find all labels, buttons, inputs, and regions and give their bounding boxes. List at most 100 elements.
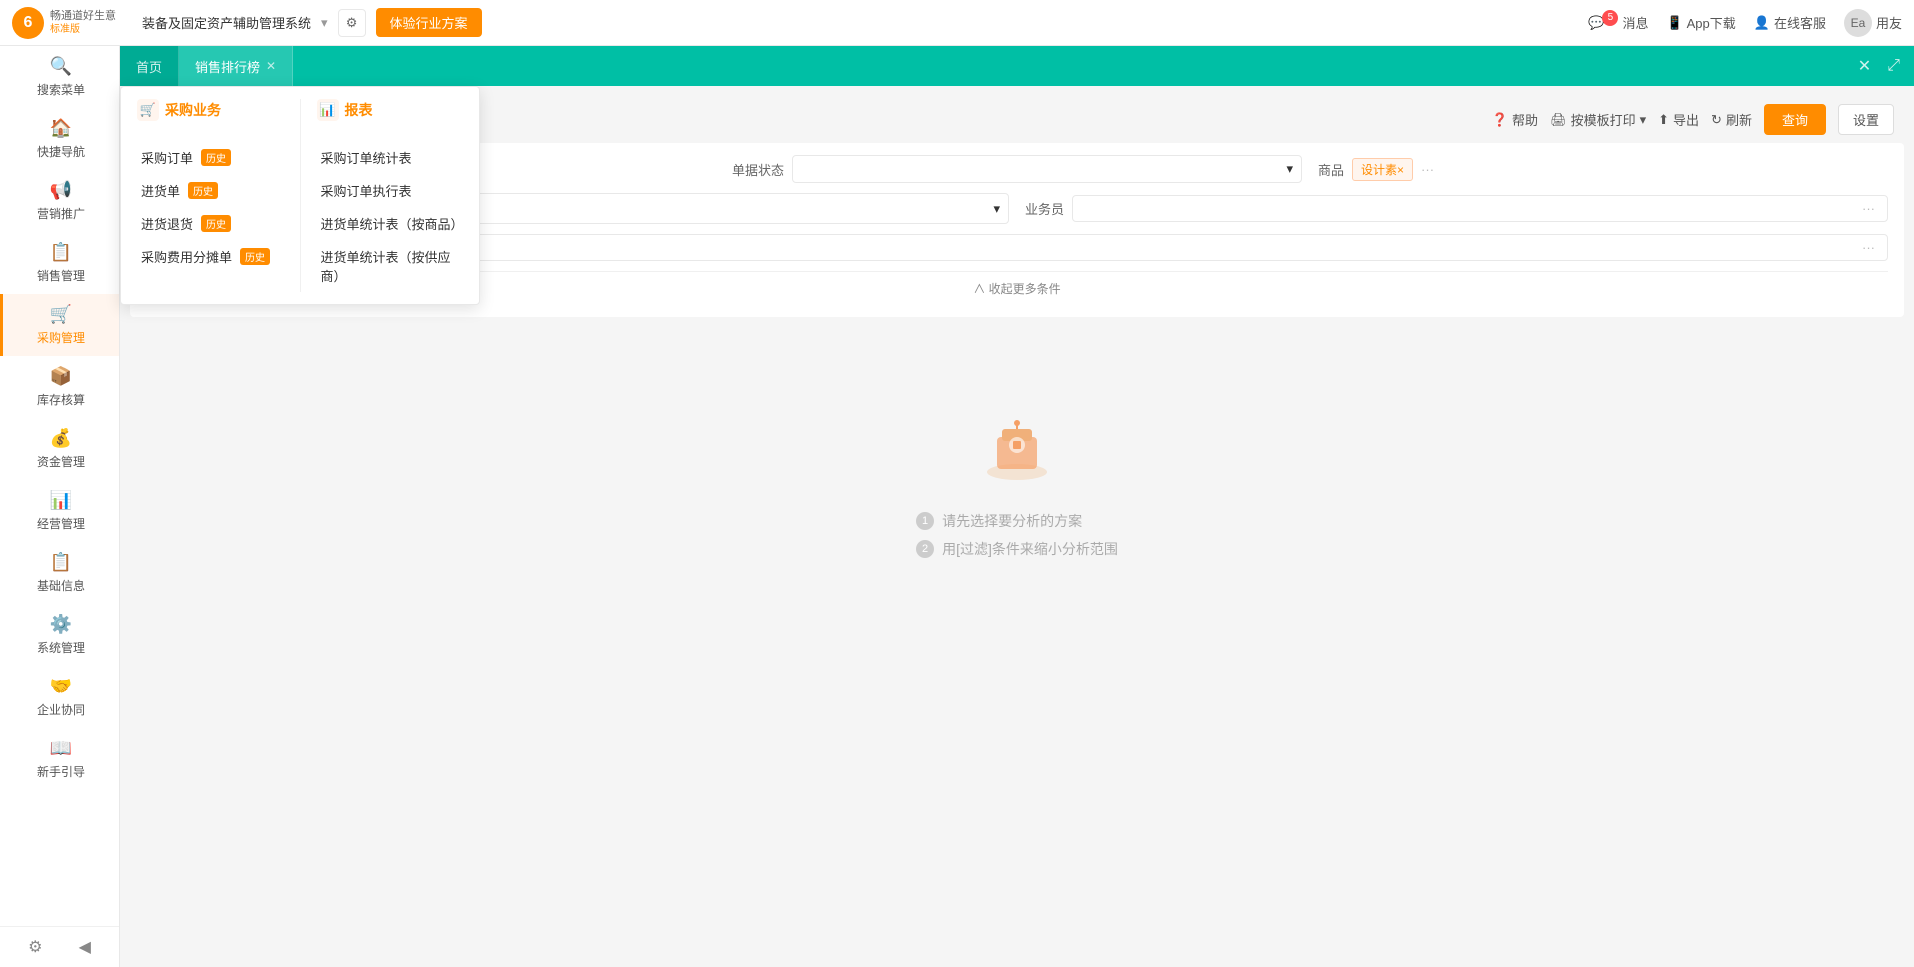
sidebar-bottom: ⚙ ◀ bbox=[0, 926, 119, 967]
collapse-sidebar-btn[interactable]: ◀ bbox=[79, 937, 91, 957]
sidebar-item-system[interactable]: ⚙️ 系统管理 bbox=[0, 604, 119, 666]
goods-label: 商品 bbox=[1318, 160, 1344, 179]
sidebar-item-marketing[interactable]: 📢 营销推广 bbox=[0, 170, 119, 232]
menu-item-inbound-stats-goods[interactable]: 进货单统计表（按商品） bbox=[317, 207, 464, 240]
home-icon: 🏠 bbox=[50, 118, 72, 139]
doc-status-select[interactable]: ▾ bbox=[792, 155, 1302, 183]
sidebar-label-finance: 资金管理 bbox=[37, 453, 85, 470]
history-badge-inbound: 历史 bbox=[188, 182, 218, 199]
sidebar-item-guide[interactable]: 📖 新手引导 bbox=[0, 728, 119, 790]
menu-item-inbound-return[interactable]: 进货退货 历史 bbox=[137, 207, 284, 240]
tab-window-close-btn[interactable]: ✕ bbox=[1852, 52, 1877, 80]
tabs-bar: 首页 销售排行榜 ✕ ✕ ⤢ bbox=[120, 46, 1914, 86]
avatar: Ea bbox=[1844, 9, 1872, 37]
refresh-label: 刷新 bbox=[1726, 110, 1752, 129]
menu-label-po-stats: 采购订单统计表 bbox=[321, 148, 412, 167]
tab-window-expand-btn[interactable]: ⤢ bbox=[1881, 53, 1906, 79]
print-label: 按模板打印 bbox=[1571, 110, 1636, 129]
online-service-btn[interactable]: 👤 在线客服 bbox=[1754, 13, 1826, 32]
tab-home[interactable]: 首页 bbox=[120, 46, 179, 86]
doc-status-filter: 单据状态 ▾ bbox=[732, 155, 1302, 183]
goods-filter: 商品 设计素× ··· bbox=[1318, 158, 1888, 181]
app-download-btn[interactable]: 📱 App下载 bbox=[1666, 13, 1735, 32]
sidebar-label-enterprise: 企业协同 bbox=[37, 701, 85, 718]
finance-icon: 💰 bbox=[50, 428, 72, 449]
report-section-label: 报表 bbox=[345, 100, 373, 120]
sidebar-item-inventory[interactable]: 📦 库存核算 bbox=[0, 356, 119, 418]
phone-icon: 📱 bbox=[1666, 15, 1682, 31]
export-label: 导出 bbox=[1673, 110, 1699, 129]
settings-bottom-btn[interactable]: ⚙ bbox=[28, 937, 42, 957]
sidebar-item-finance[interactable]: 💰 资金管理 bbox=[0, 418, 119, 480]
header-center: 装备及固定资产辅助管理系统 ▾ ⚙ 体验行业方案 bbox=[132, 8, 1588, 37]
user-btn[interactable]: Ea 用友 bbox=[1844, 9, 1902, 37]
menu-item-inbound[interactable]: 进货单 历史 bbox=[137, 174, 284, 207]
tab-sales-rank[interactable]: 销售排行榜 ✕ bbox=[179, 46, 293, 86]
salesperson-filter: 业务员 ··· bbox=[1025, 195, 1888, 222]
salesperson-label: 业务员 bbox=[1025, 199, 1064, 218]
report-section-title: 📊 报表 bbox=[317, 99, 464, 129]
inventory-icon: 📦 bbox=[50, 366, 72, 387]
goods-more-btn[interactable]: ··· bbox=[1417, 162, 1438, 177]
purchase-section-label: 采购业务 bbox=[165, 100, 221, 120]
help-label: 帮助 bbox=[1512, 110, 1538, 129]
query-btn[interactable]: 查询 bbox=[1764, 104, 1826, 135]
sidebar-item-enterprise[interactable]: 🤝 企业协同 bbox=[0, 666, 119, 728]
enterprise-icon: 🤝 bbox=[50, 676, 72, 697]
sidebar-label-system: 系统管理 bbox=[37, 639, 85, 656]
purchase-business-col: 🛒 采购业务 采购订单 历史 进货单 历史 进货退货 历史 采购费用分摊单 历史 bbox=[121, 99, 301, 292]
dropdown-arrow-icon[interactable]: ▾ bbox=[321, 15, 328, 31]
empty-state: 1 请先选择要分析的方案 2 用[过滤]条件来缩小分析范围 bbox=[130, 327, 1904, 643]
sidebar-label-guide: 新手引导 bbox=[37, 763, 85, 780]
report-section-icon: 📊 bbox=[317, 99, 339, 121]
app-download-label: App下载 bbox=[1687, 13, 1736, 32]
tab-close-icon[interactable]: ✕ bbox=[266, 59, 276, 73]
help-btn[interactable]: ❓ 帮助 bbox=[1492, 110, 1538, 129]
menu-item-inbound-stats-supplier[interactable]: 进货单统计表（按供应商） bbox=[317, 240, 464, 292]
purchase-dropdown-menu: 🛒 采购业务 采购订单 历史 进货单 历史 进货退货 历史 采购费用分摊单 历史 bbox=[120, 86, 480, 305]
menu-item-purchase-expense[interactable]: 采购费用分摊单 历史 bbox=[137, 240, 284, 273]
customer-more-btn[interactable]: ··· bbox=[1858, 240, 1879, 255]
menu-label-inbound-return: 进货退货 bbox=[141, 214, 193, 233]
logo-icon: 6 bbox=[12, 7, 44, 39]
refresh-btn[interactable]: ↻ 刷新 bbox=[1711, 110, 1752, 129]
sidebar-label-quick-nav: 快捷导航 bbox=[37, 143, 85, 160]
sales-icon: 📋 bbox=[50, 242, 72, 263]
tabs-right-controls: ✕ ⤢ bbox=[1852, 46, 1914, 86]
sidebar-label-basic-info: 基础信息 bbox=[37, 577, 85, 594]
menu-item-po-execute[interactable]: 采购订单执行表 bbox=[317, 174, 464, 207]
print-icon: 🖨 bbox=[1550, 112, 1567, 128]
settings-btn[interactable]: 设置 bbox=[1838, 104, 1894, 135]
search-icon: 🔍 bbox=[50, 56, 72, 77]
salesperson-more-btn[interactable]: ··· bbox=[1858, 201, 1879, 216]
settings-gear-btn[interactable]: ⚙ bbox=[338, 9, 366, 37]
industry-btn[interactable]: 体验行业方案 bbox=[376, 8, 482, 37]
goods-chip-text: 设计素× bbox=[1361, 161, 1404, 178]
sidebar-label-inventory: 库存核算 bbox=[37, 391, 85, 408]
print-dropdown-icon: ▾ bbox=[1640, 112, 1647, 128]
sidebar-item-search[interactable]: 🔍 搜索菜单 bbox=[0, 46, 119, 108]
menu-item-po-stats[interactable]: 采购订单统计表 bbox=[317, 141, 464, 174]
logo-line1: 畅通道好生意 bbox=[50, 9, 116, 23]
sidebar-item-sales[interactable]: 📋 销售管理 bbox=[0, 232, 119, 294]
sidebar-item-operation[interactable]: 📊 经营管理 bbox=[0, 480, 119, 542]
menu-columns: 🛒 采购业务 采购订单 历史 进货单 历史 进货退货 历史 采购费用分摊单 历史 bbox=[121, 99, 479, 292]
home-tab-label: 首页 bbox=[136, 57, 162, 76]
sidebar-item-quick-nav[interactable]: 🏠 快捷导航 bbox=[0, 108, 119, 170]
message-badge: 5 bbox=[1602, 10, 1618, 26]
salesperson-select[interactable]: ··· bbox=[1072, 195, 1888, 222]
sidebar-item-purchase[interactable]: 🛒 采购管理 bbox=[0, 294, 119, 356]
sidebar-label-marketing: 营销推广 bbox=[37, 205, 85, 222]
tip-num-1: 1 bbox=[916, 512, 934, 530]
export-icon: ⬆ bbox=[1658, 112, 1669, 128]
export-btn[interactable]: ⬆ 导出 bbox=[1658, 110, 1699, 129]
doc-status-label: 单据状态 bbox=[732, 160, 784, 179]
sales-rank-tab-label: 销售排行榜 bbox=[195, 57, 260, 76]
operation-icon: 📊 bbox=[50, 490, 72, 511]
messages-btn[interactable]: 💬 5 消息 bbox=[1588, 13, 1648, 32]
header-right: 💬 5 消息 📱 App下载 👤 在线客服 Ea 用友 bbox=[1588, 9, 1902, 37]
print-btn[interactable]: 🖨 按模板打印 ▾ bbox=[1550, 110, 1646, 129]
menu-item-purchase-order[interactable]: 采购订单 历史 bbox=[137, 141, 284, 174]
sidebar-item-basic-info[interactable]: 📋 基础信息 bbox=[0, 542, 119, 604]
menu-label-po-execute: 采购订单执行表 bbox=[321, 181, 412, 200]
